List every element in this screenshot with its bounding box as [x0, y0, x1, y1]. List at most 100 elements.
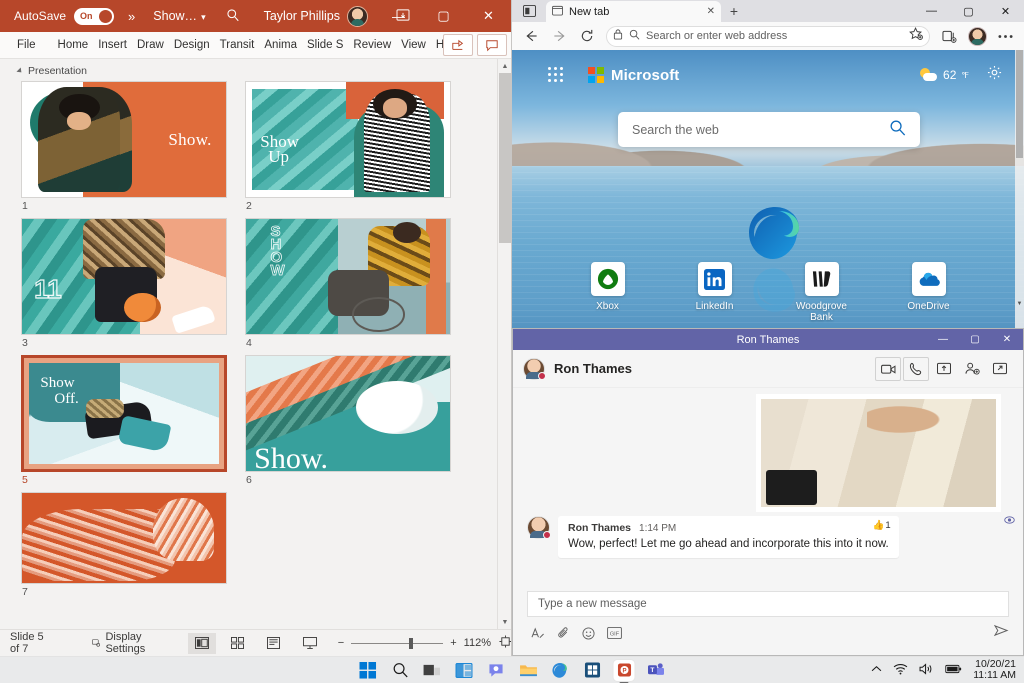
quick-link-onedrive[interactable]: OneDrive	[898, 262, 960, 323]
format-text-icon[interactable]	[531, 627, 545, 640]
collections-icon[interactable]	[936, 24, 962, 48]
teams-chat-button[interactable]	[486, 660, 507, 681]
slide-sorter-button[interactable]	[224, 633, 252, 654]
ribbon-tab-view[interactable]: View	[396, 32, 431, 59]
share-screen-button[interactable]	[931, 357, 957, 381]
browser-tab[interactable]: New tab ✕	[546, 1, 721, 22]
zoom-in-button[interactable]: +	[450, 637, 456, 649]
slide-pane-scrollbar[interactable]: ▲ ▼	[497, 59, 511, 629]
popout-button[interactable]	[987, 357, 1013, 381]
forward-arrow-icon[interactable]	[546, 24, 572, 48]
quick-link-woodgrove-bank[interactable]: Woodgrove Bank	[791, 262, 853, 323]
zoom-control[interactable]: − + 112%	[338, 637, 491, 649]
send-icon[interactable]	[994, 624, 1009, 642]
quick-link-linkedin[interactable]: LinkedIn	[684, 262, 746, 323]
ribbon-tab-insert[interactable]: Insert	[93, 32, 132, 59]
avatar[interactable]	[527, 516, 550, 539]
share-button[interactable]	[443, 34, 473, 56]
reading-view-button[interactable]	[260, 633, 288, 654]
close-icon[interactable]: ✕	[707, 6, 715, 17]
audio-call-button[interactable]	[903, 357, 929, 381]
close-button[interactable]: ✕	[987, 0, 1024, 22]
section-header[interactable]: Presentation	[0, 59, 511, 81]
scrollbar-thumb[interactable]	[1016, 50, 1023, 158]
add-favorite-icon[interactable]	[909, 27, 923, 45]
speaker-icon[interactable]	[919, 663, 934, 678]
quick-link-xbox[interactable]: Xbox	[577, 262, 639, 323]
ribbon-tab-slide-show[interactable]: Slide S	[302, 32, 348, 59]
maximize-button[interactable]: ▢	[959, 329, 991, 350]
address-input-placeholder[interactable]: Search or enter web address	[646, 30, 903, 42]
new-tab-button[interactable]: +	[721, 0, 747, 22]
clock[interactable]: 10/20/21 11:11 AM	[973, 659, 1016, 682]
ribbon-tab-animations[interactable]: Anima	[259, 32, 302, 59]
minimize-button[interactable]: —	[913, 0, 950, 22]
search-icon[interactable]	[226, 8, 240, 25]
slide-thumbnail-2[interactable]: ShowUp 2	[245, 81, 451, 212]
paperclip-icon[interactable]	[557, 627, 570, 640]
fit-to-window-icon[interactable]	[499, 635, 512, 651]
collapse-triangle-icon[interactable]	[16, 67, 23, 74]
close-button[interactable]: ✕	[991, 329, 1023, 350]
back-arrow-icon[interactable]	[518, 24, 544, 48]
gif-icon[interactable]: GIF	[607, 627, 622, 639]
minimize-button[interactable]: —	[376, 0, 421, 32]
slide-show-button[interactable]	[296, 633, 324, 654]
tab-actions-icon[interactable]	[512, 0, 546, 22]
scroll-down-arrow-icon[interactable]: ▼	[498, 615, 512, 629]
minimize-button[interactable]: —	[927, 329, 959, 350]
more-options-icon[interactable]	[992, 24, 1018, 48]
gear-icon[interactable]	[987, 65, 1002, 85]
zoom-level[interactable]: 112%	[464, 637, 491, 649]
address-bar[interactable]: Search or enter web address	[606, 26, 930, 47]
scroll-down-arrow-icon[interactable]: ▼	[1015, 298, 1024, 309]
web-search-box[interactable]: Search the web	[618, 112, 920, 147]
display-settings-button[interactable]: Display Settings	[92, 631, 156, 655]
document-name-button[interactable]: Show…▾	[153, 9, 205, 23]
chevron-double-right-icon[interactable]: »	[128, 9, 135, 24]
message-reaction[interactable]: 👍 1	[873, 520, 891, 531]
search-icon[interactable]	[889, 119, 906, 141]
microsoft-store-button[interactable]	[582, 660, 603, 681]
message-bubble[interactable]: Ron Thames 1:14 PM Wow, perfect! Let me …	[558, 516, 899, 558]
ribbon-tab-transitions[interactable]: Transit	[215, 32, 260, 59]
ribbon-tab-design[interactable]: Design	[169, 32, 215, 59]
widgets-button[interactable]	[454, 660, 475, 681]
emoji-icon[interactable]	[582, 627, 595, 640]
slide-thumbnail-1[interactable]: Show. 1	[21, 81, 227, 212]
close-button[interactable]: ✕	[466, 0, 511, 32]
powerpoint-button[interactable]: P	[614, 660, 635, 681]
slide-thumbnail-4[interactable]: SHOW 4	[245, 218, 451, 349]
ribbon-tab-file[interactable]: File	[12, 32, 41, 59]
normal-view-button[interactable]	[188, 633, 216, 654]
slide-thumbnail-7[interactable]: 7	[21, 492, 227, 598]
maximize-button[interactable]: ▢	[950, 0, 987, 22]
autosave-toggle[interactable]: On	[74, 8, 114, 25]
maximize-button[interactable]: ▢	[421, 0, 466, 32]
comments-button[interactable]	[477, 34, 507, 56]
message-image-attachment[interactable]	[756, 394, 1001, 512]
edge-button[interactable]	[550, 660, 571, 681]
scrollbar-thumb[interactable]	[499, 73, 511, 243]
slide-thumbnail-5[interactable]: ShowOff. 5	[21, 355, 227, 486]
zoom-out-button[interactable]: −	[338, 637, 344, 649]
chevron-up-icon[interactable]	[871, 664, 882, 676]
scroll-up-arrow-icon[interactable]: ▲	[498, 59, 512, 73]
teams-button[interactable]: T	[646, 660, 667, 681]
start-button[interactable]	[358, 660, 379, 681]
avatar[interactable]	[523, 358, 545, 380]
microsoft-logo[interactable]: Microsoft	[588, 67, 679, 84]
wifi-icon[interactable]	[893, 663, 908, 678]
add-person-button[interactable]	[959, 357, 985, 381]
avatar[interactable]	[347, 6, 368, 27]
slide-thumbnail-6[interactable]: Show. 6	[245, 355, 451, 486]
refresh-icon[interactable]	[574, 24, 600, 48]
search-button[interactable]	[390, 660, 411, 681]
file-explorer-button[interactable]	[518, 660, 539, 681]
app-launcher-icon[interactable]	[548, 67, 564, 83]
profile-avatar[interactable]	[964, 24, 990, 48]
weather-widget[interactable]: 62℉	[920, 68, 969, 82]
video-call-button[interactable]	[875, 357, 901, 381]
slide-thumbnail-3[interactable]: 11 3	[21, 218, 227, 349]
search-input-placeholder[interactable]: Search the web	[632, 123, 889, 137]
